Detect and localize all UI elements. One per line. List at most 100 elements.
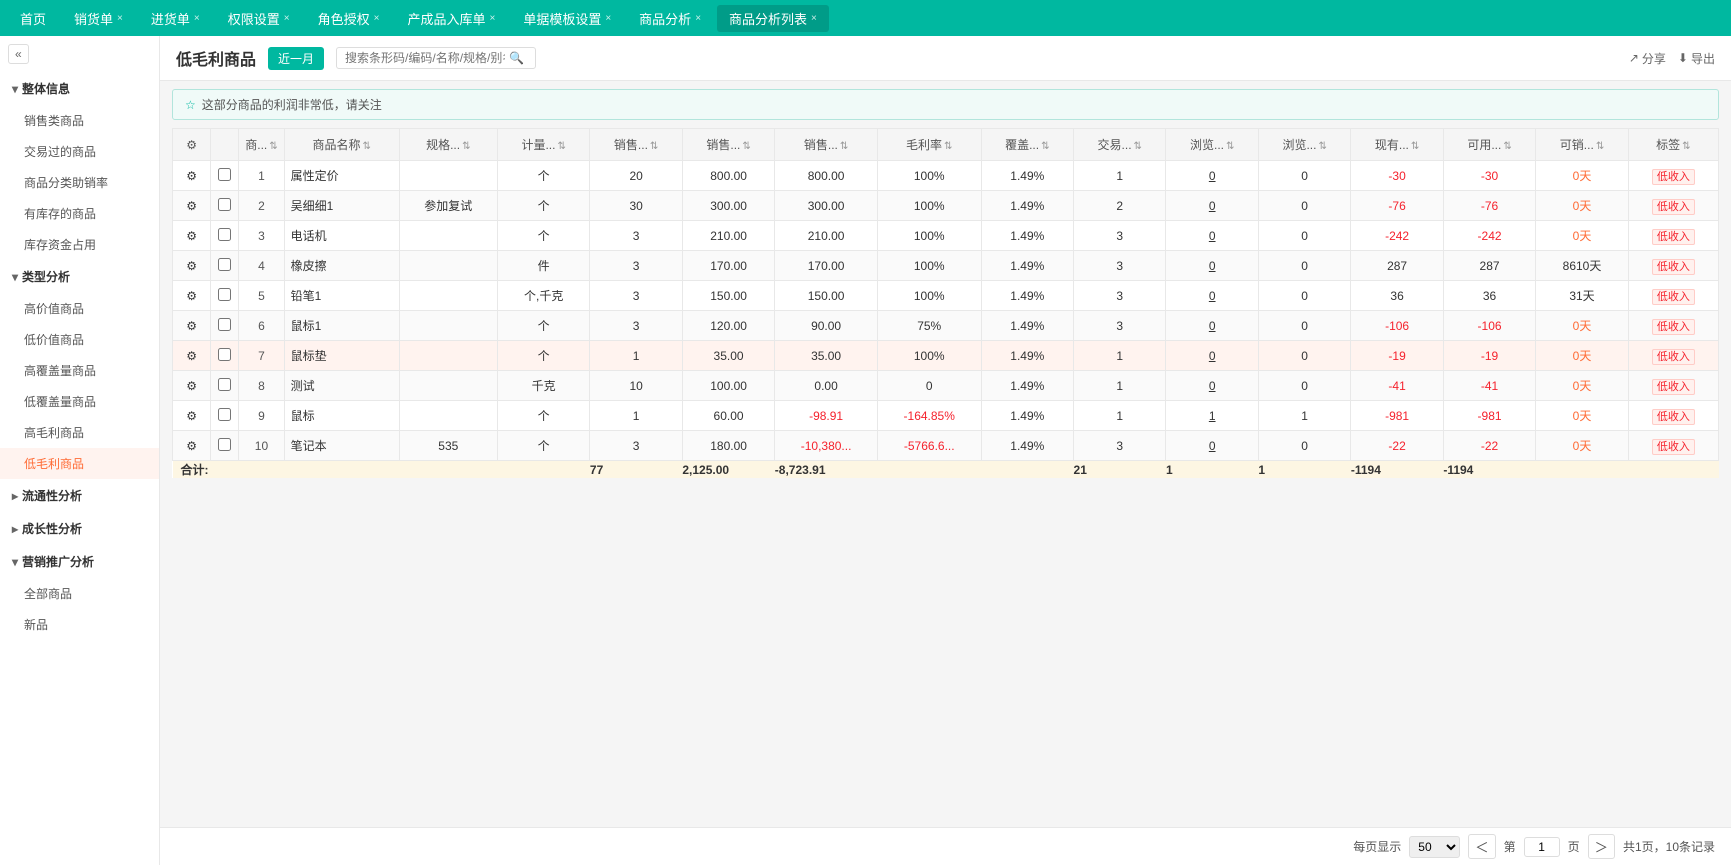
sidebar-item-goods-classification[interactable]: 商品分类助销率 (0, 167, 159, 198)
sidebar-item-high-profit[interactable]: 高毛利商品 (0, 417, 159, 448)
sidebar-group-value-analysis[interactable]: ▾类型分析 (0, 260, 159, 293)
browse1-link[interactable]: 0 (1209, 289, 1216, 303)
row-checkbox[interactable] (211, 251, 239, 281)
sidebar-group-overview[interactable]: ▾整体信息 (0, 72, 159, 105)
row-browse1[interactable]: 0 (1166, 221, 1258, 251)
col-header-coverage[interactable]: 覆盖...⇅ (981, 129, 1073, 161)
col-header-name[interactable]: 商品名称⇅ (284, 129, 399, 161)
row-checkbox-input[interactable] (218, 378, 231, 391)
page-size-select[interactable]: 50 100 200 (1409, 836, 1460, 858)
row-checkbox[interactable] (211, 311, 239, 341)
row-settings[interactable]: ⚙ (173, 341, 211, 371)
sidebar-item-all-goods[interactable]: 全部商品 (0, 578, 159, 609)
nav-close-analysis[interactable]: × (695, 13, 701, 24)
sidebar-item-low-profit[interactable]: 低毛利商品 (0, 448, 159, 479)
col-header-gross_margin[interactable]: 毛利率⇅ (877, 129, 981, 161)
row-checkbox[interactable] (211, 371, 239, 401)
row-browse1[interactable]: 0 (1166, 341, 1258, 371)
col-header-sales_profit[interactable]: 销售...⇅ (775, 129, 878, 161)
browse1-link[interactable]: 0 (1209, 259, 1216, 273)
row-checkbox-input[interactable] (218, 228, 231, 241)
row-settings[interactable]: ⚙ (173, 311, 211, 341)
row-checkbox-input[interactable] (218, 288, 231, 301)
row-checkbox[interactable] (211, 431, 239, 461)
row-checkbox[interactable] (211, 401, 239, 431)
row-checkbox[interactable] (211, 161, 239, 191)
col-header-saleable[interactable]: 可销...⇅ (1536, 129, 1628, 161)
sidebar-item-sales-category[interactable]: 销售类商品 (0, 105, 159, 136)
sidebar-item-low-coverage[interactable]: 低覆盖量商品 (0, 386, 159, 417)
row-settings[interactable]: ⚙ (173, 221, 211, 251)
row-browse1[interactable]: 0 (1166, 371, 1258, 401)
nav-close-analysis-list[interactable]: × (811, 13, 817, 24)
sidebar-item-traded-goods[interactable]: 交易过的商品 (0, 136, 159, 167)
row-browse1[interactable]: 0 (1166, 191, 1258, 221)
row-checkbox-input[interactable] (218, 318, 231, 331)
row-checkbox[interactable] (211, 341, 239, 371)
nav-close-role[interactable]: × (374, 13, 380, 24)
browse1-link[interactable]: 0 (1209, 199, 1216, 213)
nav-item-home[interactable]: 首页 (8, 5, 58, 32)
nav-close-purchase[interactable]: × (194, 13, 200, 24)
col-header-sales_price[interactable]: 销售...⇅ (682, 129, 774, 161)
row-browse1[interactable]: 0 (1166, 311, 1258, 341)
sidebar-group-growth-analysis[interactable]: ▸成长性分析 (0, 512, 159, 545)
row-settings[interactable]: ⚙ (173, 161, 211, 191)
date-filter-btn[interactable]: 近一月 (268, 47, 324, 70)
sidebar-item-occupied-funds[interactable]: 库存资金占用 (0, 229, 159, 260)
col-header-tag[interactable]: 标签⇅ (1628, 129, 1718, 161)
row-checkbox[interactable] (211, 191, 239, 221)
col-header-browse2[interactable]: 浏览...⇅ (1258, 129, 1350, 161)
browse1-link[interactable]: 0 (1209, 349, 1216, 363)
row-checkbox-input[interactable] (218, 408, 231, 421)
browse1-link[interactable]: 0 (1209, 319, 1216, 333)
nav-close-template[interactable]: × (605, 13, 611, 24)
search-input[interactable] (345, 51, 505, 65)
sidebar-group-marketing-analysis[interactable]: ▾营销推广分析 (0, 545, 159, 578)
settings-icon[interactable]: ⚙ (186, 439, 197, 453)
settings-icon[interactable]: ⚙ (186, 349, 197, 363)
col-header-settings[interactable]: ⚙ (173, 129, 211, 161)
row-settings[interactable]: ⚙ (173, 431, 211, 461)
row-checkbox[interactable] (211, 281, 239, 311)
search-icon[interactable]: 🔍 (509, 51, 524, 65)
row-browse1[interactable]: 1 (1166, 401, 1258, 431)
export-btn[interactable]: ⬇ 导出 (1678, 50, 1715, 67)
row-checkbox-input[interactable] (218, 258, 231, 271)
settings-icon[interactable]: ⚙ (186, 379, 197, 393)
row-browse1[interactable]: 0 (1166, 281, 1258, 311)
nav-item-role[interactable]: 角色授权× (306, 5, 392, 32)
browse1-link[interactable]: 0 (1209, 379, 1216, 393)
page-number-input[interactable] (1524, 837, 1560, 857)
col-header-spec[interactable]: 规格...⇅ (399, 129, 497, 161)
nav-close-permissions[interactable]: × (284, 13, 290, 24)
nav-item-permissions[interactable]: 权限设置× (216, 5, 302, 32)
row-settings[interactable]: ⚙ (173, 191, 211, 221)
row-checkbox-input[interactable] (218, 168, 231, 181)
browse1-link[interactable]: 0 (1209, 439, 1216, 453)
nav-close-sales[interactable]: × (117, 13, 123, 24)
nav-item-analysis[interactable]: 商品分析× (627, 5, 713, 32)
col-header-available[interactable]: 可用...⇅ (1443, 129, 1535, 161)
settings-icon[interactable]: ⚙ (186, 199, 197, 213)
row-settings[interactable]: ⚙ (173, 251, 211, 281)
col-header-checkbox[interactable] (211, 129, 239, 161)
nav-item-template[interactable]: 单据模板设置× (511, 5, 623, 32)
sidebar-item-in-stock[interactable]: 有库存的商品 (0, 198, 159, 229)
settings-icon[interactable]: ⚙ (186, 259, 197, 273)
col-header-trade[interactable]: 交易...⇅ (1074, 129, 1166, 161)
col-header-browse1[interactable]: 浏览...⇅ (1166, 129, 1258, 161)
col-header-code[interactable]: 商...⇅ (239, 129, 284, 161)
row-checkbox[interactable] (211, 221, 239, 251)
sidebar-item-low-value[interactable]: 低价值商品 (0, 324, 159, 355)
nav-item-sales[interactable]: 销货单× (62, 5, 135, 32)
browse1-link[interactable]: 0 (1209, 229, 1216, 243)
prev-page-btn[interactable]: ＜ (1468, 834, 1495, 859)
sidebar-group-flow-analysis[interactable]: ▸流通性分析 (0, 479, 159, 512)
row-checkbox-input[interactable] (218, 438, 231, 451)
row-checkbox-input[interactable] (218, 348, 231, 361)
col-header-current_stock[interactable]: 现有...⇅ (1351, 129, 1443, 161)
settings-icon[interactable]: ⚙ (186, 229, 197, 243)
sidebar-item-high-coverage[interactable]: 高覆盖量商品 (0, 355, 159, 386)
nav-close-product-entry[interactable]: × (489, 13, 495, 24)
